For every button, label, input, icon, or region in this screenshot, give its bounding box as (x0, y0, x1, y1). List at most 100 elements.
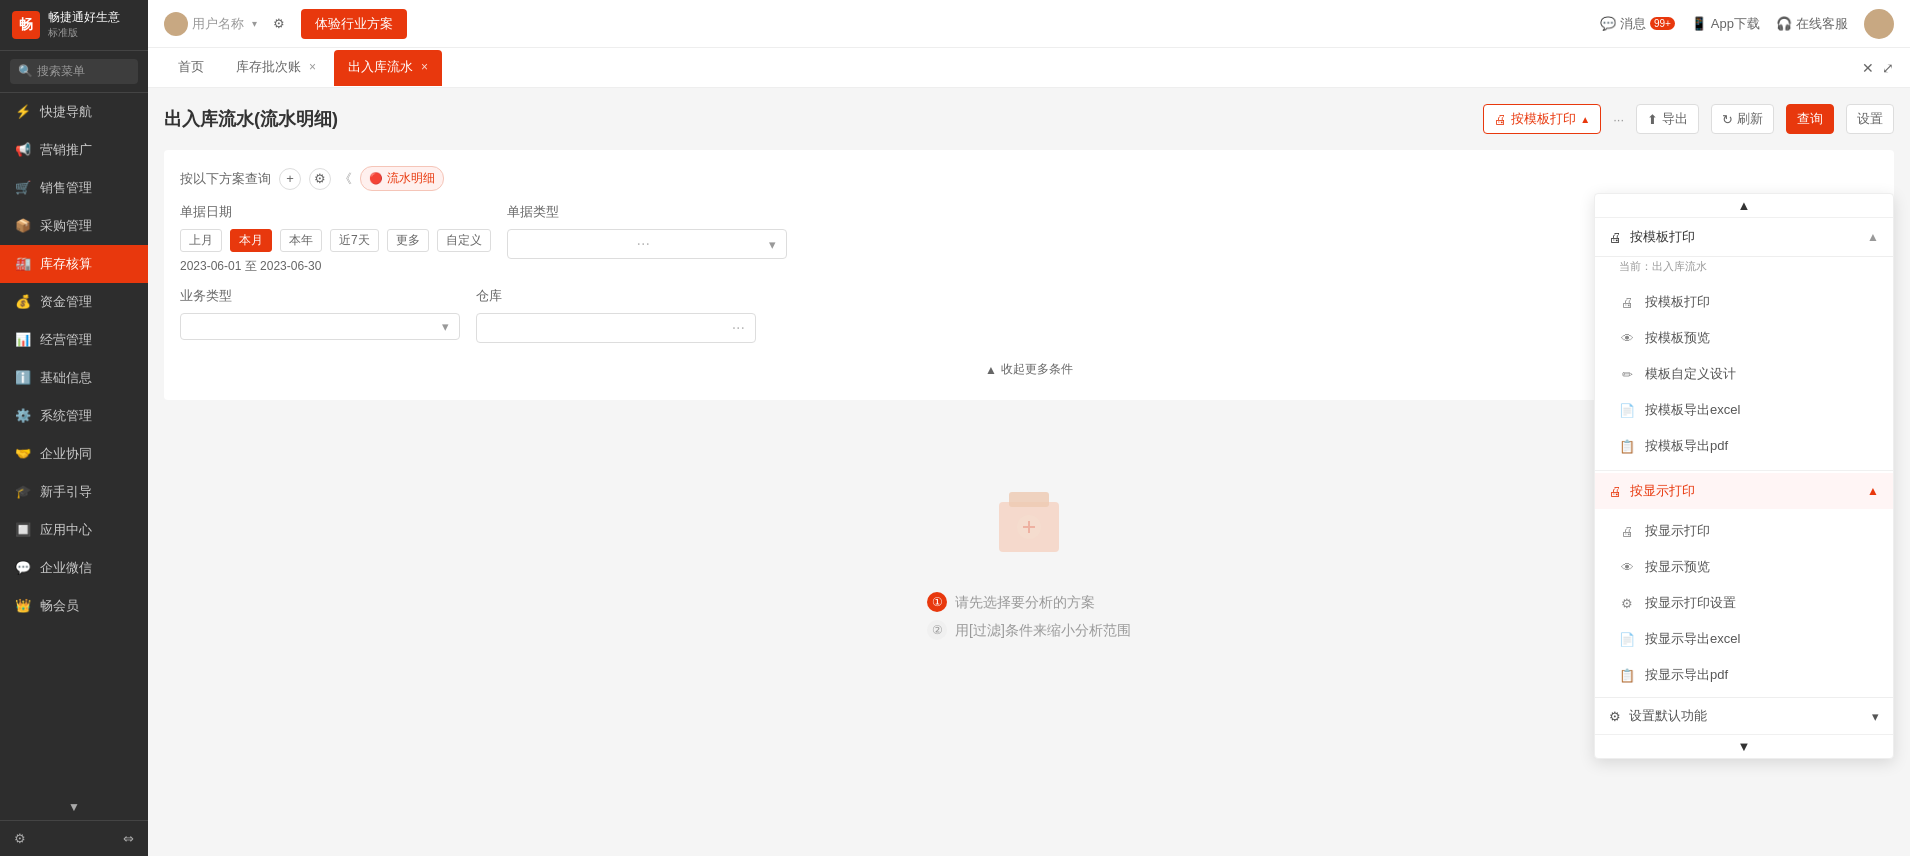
sidebar-item-sales[interactable]: 🛒 销售管理 (0, 169, 148, 207)
actions-more-dots[interactable]: ··· (1613, 112, 1624, 127)
dropdown-header-left: 🖨 按模板打印 (1609, 228, 1695, 246)
settings-gear-icon[interactable]: ⚙ (14, 831, 26, 846)
set-default-icon: ⚙ (1609, 709, 1621, 724)
app-download-icon: 📱 (1691, 16, 1707, 31)
date-shortcuts-row: 上月 本月 本年 近7天 更多 自定义 (180, 229, 491, 252)
tab-home[interactable]: 首页 (164, 50, 218, 86)
dropdown-scroll-up[interactable]: ▲ (1595, 194, 1893, 218)
warehouse-select[interactable]: ··· (476, 313, 756, 343)
business-select[interactable]: ▾ (180, 313, 460, 340)
print-template-btn[interactable]: 🖨 按模板打印 ▲ (1483, 104, 1601, 134)
sidebar-item-finance[interactable]: 💰 资金管理 (0, 283, 148, 321)
refresh-btn[interactable]: ↻ 刷新 (1711, 104, 1774, 134)
sidebar-item-management[interactable]: 📊 经营管理 (0, 321, 148, 359)
date-btn-this-month[interactable]: 本月 (230, 229, 272, 252)
dropdown-item-display-preview[interactable]: 👁 按显示预览 (1595, 549, 1893, 585)
purchase-icon: 📦 (14, 217, 32, 235)
topbar-user-avatar[interactable] (1864, 9, 1894, 39)
dropdown-item-display-excel[interactable]: 📄 按显示导出excel (1595, 621, 1893, 657)
tab-inventory-batch-label: 库存批次账 (236, 58, 301, 76)
export-btn[interactable]: ⬆ 导出 (1636, 104, 1699, 134)
export-icon: ⬆ (1647, 112, 1658, 127)
search-menu-label: 搜索菜单 (37, 63, 85, 80)
set-default-arrow: ▾ (1872, 709, 1879, 724)
collab-icon: 🤝 (14, 445, 32, 463)
dropdown-scroll-down[interactable]: ▼ (1595, 734, 1893, 758)
dropdown-item-template-print[interactable]: 🖨 按模板打印 (1595, 284, 1893, 320)
user-dropdown-icon[interactable]: ▾ (252, 18, 257, 29)
online-service-label: 在线客服 (1796, 15, 1848, 33)
settings-btn[interactable]: 设置 (1846, 104, 1894, 134)
refresh-label: 刷新 (1737, 110, 1763, 128)
industry-btn[interactable]: 体验行业方案 (301, 9, 407, 39)
dropdown-display-section-header[interactable]: 🖨 按显示打印 ▲ (1595, 473, 1893, 509)
date-btn-custom[interactable]: 自定义 (437, 229, 491, 252)
message-label: 消息 (1620, 15, 1646, 33)
sidebar-item-member[interactable]: 👑 畅会员 (0, 587, 148, 625)
tab-close-window-btn[interactable]: ✕ (1862, 60, 1874, 76)
sidebar-item-quick-nav[interactable]: ⚡ 快捷导航 (0, 93, 148, 131)
app-title-block: 畅捷通好生意 标准版 (48, 10, 120, 40)
main-area: 用户名称 ▾ ⚙ 体验行业方案 💬 消息 99+ 📱 App下载 🎧 在线客服 (148, 0, 1910, 856)
filter-add-btn[interactable]: + (279, 168, 301, 190)
dropdown-item-display-pdf[interactable]: 📋 按显示导出pdf (1595, 657, 1893, 693)
collapse-arrow-icon: ▲ (985, 363, 997, 377)
type-field: 单据类型 ··· ▾ (507, 203, 787, 259)
search-menu-box[interactable]: 🔍 搜索菜单 (10, 59, 138, 84)
date-btn-7days[interactable]: 近7天 (330, 229, 379, 252)
query-btn[interactable]: 查询 (1786, 104, 1834, 134)
filter-tag[interactable]: 🔴 流水明细 (360, 166, 444, 191)
sidebar-item-purchase[interactable]: 📦 采购管理 (0, 207, 148, 245)
tab-stock-flow-close[interactable]: × (421, 60, 428, 74)
date-btn-more[interactable]: 更多 (387, 229, 429, 252)
tab-home-label: 首页 (178, 58, 204, 76)
dropdown-item-template-preview[interactable]: 👁 按模板预览 (1595, 320, 1893, 356)
empty-step1: ① 请先选择要分析的方案 (927, 588, 1131, 616)
topbar-left: 用户名称 ▾ ⚙ 体验行业方案 (164, 9, 1588, 39)
filter-settings-btn[interactable]: ⚙ (309, 168, 331, 190)
type-select[interactable]: ··· ▾ (507, 229, 787, 259)
date-btn-last-month[interactable]: 上月 (180, 229, 222, 252)
app-download-btn[interactable]: 📱 App下载 (1691, 15, 1760, 33)
sidebar-item-inventory[interactable]: 🏭 库存核算 (0, 245, 148, 283)
dropdown-item-display-settings[interactable]: ⚙ 按显示打印设置 (1595, 585, 1893, 621)
type-more-icon: ··· (637, 235, 650, 253)
tab-inventory-batch-close[interactable]: × (309, 60, 316, 74)
date-btn-this-year[interactable]: 本年 (280, 229, 322, 252)
dropdown-item-template-design[interactable]: ✏ 模板自定义设计 (1595, 356, 1893, 392)
sidebar-item-collab[interactable]: 🤝 企业协同 (0, 435, 148, 473)
settings-icon-topbar[interactable]: ⚙ (265, 10, 293, 38)
app-download-label: App下载 (1711, 15, 1760, 33)
tab-stock-flow[interactable]: 出入库流水 × (334, 50, 442, 86)
dropdown-item-display-print[interactable]: 🖨 按显示打印 (1595, 513, 1893, 549)
message-badge[interactable]: 💬 消息 99+ (1600, 15, 1675, 33)
sidebar-item-info[interactable]: ℹ️ 基础信息 (0, 359, 148, 397)
settings-btn-label: 设置 (1857, 110, 1883, 128)
app-logo: 畅 (12, 11, 40, 39)
sidebar-search-area[interactable]: 🔍 搜索菜单 (0, 51, 148, 93)
nav-icon: ⚡ (14, 103, 32, 121)
filter-collapse-toggle[interactable]: 《 (339, 170, 352, 188)
headset-icon: 🎧 (1776, 16, 1792, 31)
dropdown-collapse-icon[interactable]: ▲ (1867, 230, 1879, 244)
topbar-user[interactable]: 用户名称 (164, 12, 244, 36)
dropdown-item-template-pdf[interactable]: 📋 按模板导出pdf (1595, 428, 1893, 464)
sidebar-collapse-icon[interactable]: ⇔ (123, 831, 134, 846)
warehouse-field: 仓库 ··· (476, 287, 756, 343)
tab-maximize-btn[interactable]: ⤢ (1882, 60, 1894, 76)
sidebar-scroll-indicator: ▼ (0, 794, 148, 820)
tab-inventory-batch[interactable]: 库存批次账 × (222, 50, 330, 86)
sidebar-item-wechat[interactable]: 💬 企业微信 (0, 549, 148, 587)
sidebar-item-marketing[interactable]: 📢 营销推广 (0, 131, 148, 169)
user-name: 用户名称 (192, 15, 244, 33)
sidebar-item-apps[interactable]: 🔲 应用中心 (0, 511, 148, 549)
printer-icon: 🖨 (1494, 112, 1507, 127)
sidebar-item-system[interactable]: ⚙️ 系统管理 (0, 397, 148, 435)
dropdown-set-default-btn[interactable]: ⚙ 设置默认功能 ▾ (1595, 697, 1893, 734)
dropdown-item-template-excel[interactable]: 📄 按模板导出excel (1595, 392, 1893, 428)
date-label: 单据日期 (180, 203, 491, 221)
sidebar-item-guide[interactable]: 🎓 新手引导 (0, 473, 148, 511)
user-avatar (164, 12, 188, 36)
filter-tag-label: 流水明细 (387, 170, 435, 187)
online-service-btn[interactable]: 🎧 在线客服 (1776, 15, 1848, 33)
